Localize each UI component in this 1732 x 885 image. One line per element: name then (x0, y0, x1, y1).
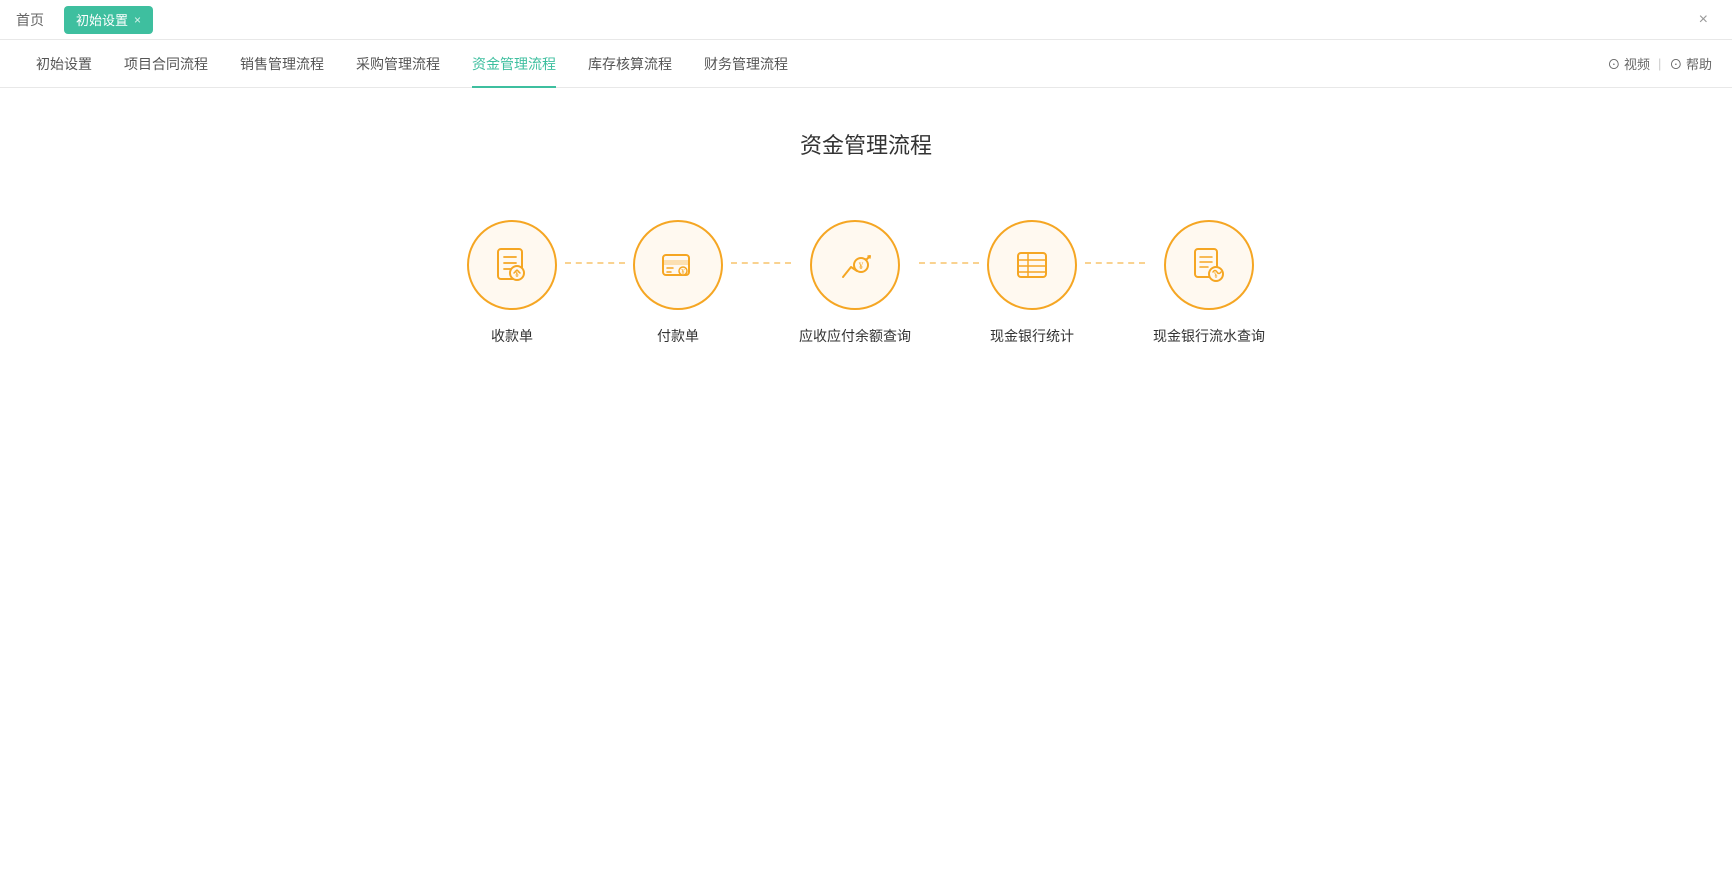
nav-item-initial[interactable]: 初始设置 (20, 40, 108, 88)
nav-right-actions: ⊙ 视频 | ⊙ 帮助 (1607, 54, 1712, 73)
flow-item-cashbank[interactable]: 现金银行统计 (987, 220, 1077, 346)
nav-item-project[interactable]: 项目合同流程 (108, 40, 224, 88)
connector-1 (557, 262, 633, 264)
payment-label: 付款单 (657, 326, 699, 346)
window-close-button[interactable]: × (1699, 11, 1716, 29)
flow-item-payment[interactable]: ¥ 付款单 (633, 220, 723, 346)
flow-container: ¥ 收款单 ¥ 付款单 (467, 220, 1265, 346)
nav-item-finance[interactable]: 财务管理流程 (688, 40, 804, 88)
help-link[interactable]: ⊙ 帮助 (1669, 54, 1712, 73)
active-tab-close[interactable]: × (134, 13, 141, 27)
cashbank-icon (1010, 243, 1054, 287)
nav-item-purchase[interactable]: 采购管理流程 (340, 40, 456, 88)
connector-4 (1077, 262, 1153, 264)
page-title: 资金管理流程 (800, 128, 932, 160)
home-tab[interactable]: 首页 (0, 0, 60, 40)
nav-item-capital[interactable]: 资金管理流程 (456, 40, 572, 88)
top-bar: 首页 初始设置 × × (0, 0, 1732, 40)
top-bar-right: × (1679, 11, 1732, 29)
main-content: 资金管理流程 ¥ 收款单 (0, 88, 1732, 386)
statement-icon: ¥ (1187, 243, 1231, 287)
balance-icon-circle[interactable]: ¥ (810, 220, 900, 310)
nav-item-sales[interactable]: 销售管理流程 (224, 40, 340, 88)
payment-icon-circle[interactable]: ¥ (633, 220, 723, 310)
cashbank-label: 现金银行统计 (990, 326, 1074, 346)
active-tab[interactable]: 初始设置 × (64, 6, 153, 34)
nav-item-inventory[interactable]: 库存核算流程 (572, 40, 688, 88)
payment-icon: ¥ (656, 243, 700, 287)
receipt-label: 收款单 (491, 326, 533, 346)
svg-text:¥: ¥ (681, 268, 685, 276)
svg-text:¥: ¥ (859, 261, 864, 271)
video-link[interactable]: ⊙ 视频 (1607, 54, 1650, 73)
connector-2 (723, 262, 799, 264)
statement-label: 现金银行流水查询 (1153, 326, 1265, 346)
flow-item-statement[interactable]: ¥ 现金银行流水查询 (1153, 220, 1265, 346)
receipt-icon-circle[interactable]: ¥ (467, 220, 557, 310)
flow-item-balance[interactable]: ¥ 应收应付余额查询 (799, 220, 911, 346)
balance-icon: ¥ (833, 243, 877, 287)
cashbank-icon-circle[interactable] (987, 220, 1077, 310)
nav-bar: 初始设置 项目合同流程 销售管理流程 采购管理流程 资金管理流程 库存核算流程 … (0, 40, 1732, 88)
statement-icon-circle[interactable]: ¥ (1164, 220, 1254, 310)
flow-item-receipt[interactable]: ¥ 收款单 (467, 220, 557, 346)
connector-3 (911, 262, 987, 264)
active-tab-label: 初始设置 (76, 10, 128, 29)
balance-label: 应收应付余额查询 (799, 326, 911, 346)
receipt-icon: ¥ (490, 243, 534, 287)
nav-divider: | (1658, 56, 1661, 71)
